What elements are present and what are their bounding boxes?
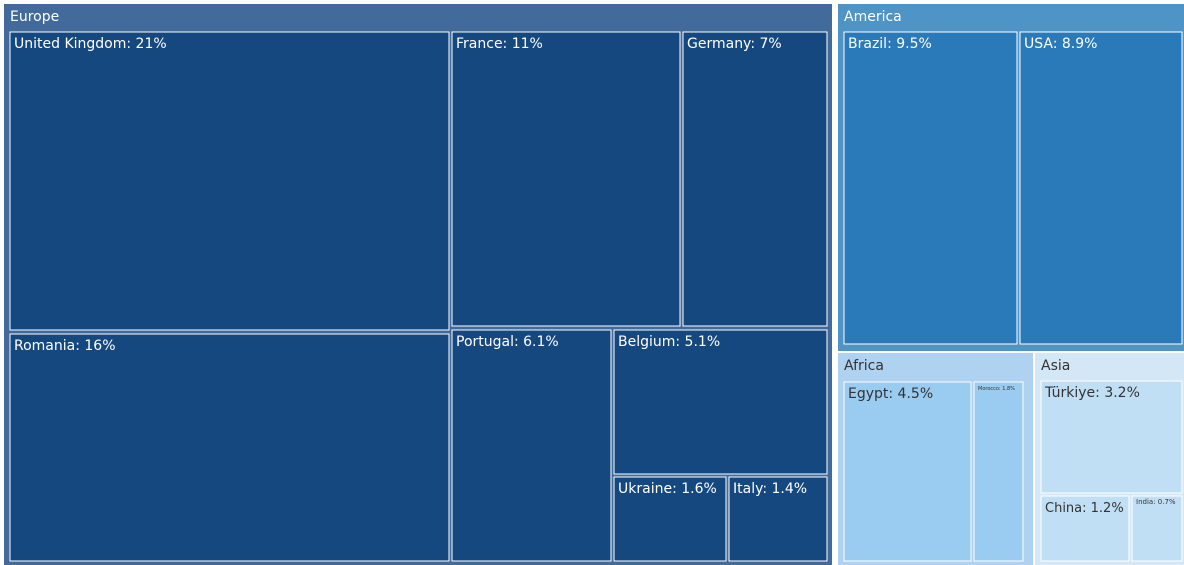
group-asia[interactable]: Asia Türkiye: 3.2% China: 1.2% India: 0.7% [1035,353,1184,565]
tile-brazil[interactable]: Brazil: 9.5% [843,31,1018,345]
tile-rect-france [451,31,681,327]
group-africa[interactable]: Africa Egypt: 4.5% Morocco: 1.8% [838,353,1033,565]
tile-rect-germany [682,31,828,327]
tile-label-china: China: 1.2% [1045,501,1124,516]
tile-label-t-rkiye: Türkiye: 3.2% [1044,385,1140,401]
tile-label-france: France: 11% [456,36,543,52]
tile-rect-morocco [973,381,1024,562]
tile-united-kingdom[interactable]: United Kingdom: 21% [9,31,450,331]
tile-label-india: India: 0.7% [1136,498,1176,506]
tile-label-brazil: Brazil: 9.5% [848,36,932,52]
tile-label-usa: USA: 8.9% [1024,36,1097,52]
tile-label-romania: Romania: 16% [14,338,116,354]
tile-label-belgium: Belgium: 5.1% [618,334,720,350]
tile-label-germany: Germany: 7% [687,36,782,52]
tile-france[interactable]: France: 11% [451,31,681,327]
group-label-africa: Africa [844,358,884,374]
tile-rect-brazil [843,31,1018,345]
tile-morocco[interactable]: Morocco: 1.8% [973,381,1024,562]
group-label-asia: Asia [1041,358,1070,374]
tile-t-rkiye[interactable]: Türkiye: 3.2% [1040,380,1183,494]
tile-label-egypt: Egypt: 4.5% [848,386,933,402]
tile-rect-usa [1019,31,1183,345]
tile-label-morocco: Morocco: 1.8% [978,386,1015,392]
tile-rect-romania [9,333,450,562]
tile-label-ukraine: Ukraine: 1.6% [618,481,717,497]
tile-portugal[interactable]: Portugal: 6.1% [451,329,612,562]
tile-label-portugal: Portugal: 6.1% [456,334,559,350]
group-america[interactable]: America Brazil: 9.5% USA: 8.9% [838,4,1184,351]
tile-germany[interactable]: Germany: 7% [682,31,828,327]
tile-china[interactable]: China: 1.2% [1040,495,1130,562]
tile-usa[interactable]: USA: 8.9% [1019,31,1183,345]
tile-ukraine[interactable]: Ukraine: 1.6% [613,476,727,562]
tile-rect-egypt [843,381,972,562]
tile-rect-portugal [451,329,612,562]
group-europe[interactable]: Europe United Kingdom: 21% France: 11% Germ… [4,4,832,565]
tile-label-united-kingdom: United Kingdom: 21% [14,36,167,52]
group-label-europe: Europe [10,9,59,25]
tile-india[interactable]: India: 0.7% [1131,495,1183,562]
group-label-america: America [844,9,902,25]
tile-belgium[interactable]: Belgium: 5.1% [613,329,828,475]
tile-romania[interactable]: Romania: 16% [9,333,450,562]
treemap-chart: Europe United Kingdom: 21% France: 11% Germ… [4,4,1184,565]
tile-rect-united-kingdom [9,31,450,331]
tile-italy[interactable]: Italy: 1.4% [728,476,828,562]
tile-label-italy: Italy: 1.4% [733,481,807,497]
tile-egypt[interactable]: Egypt: 4.5% [843,381,972,562]
tile-rect-belgium [613,329,828,475]
